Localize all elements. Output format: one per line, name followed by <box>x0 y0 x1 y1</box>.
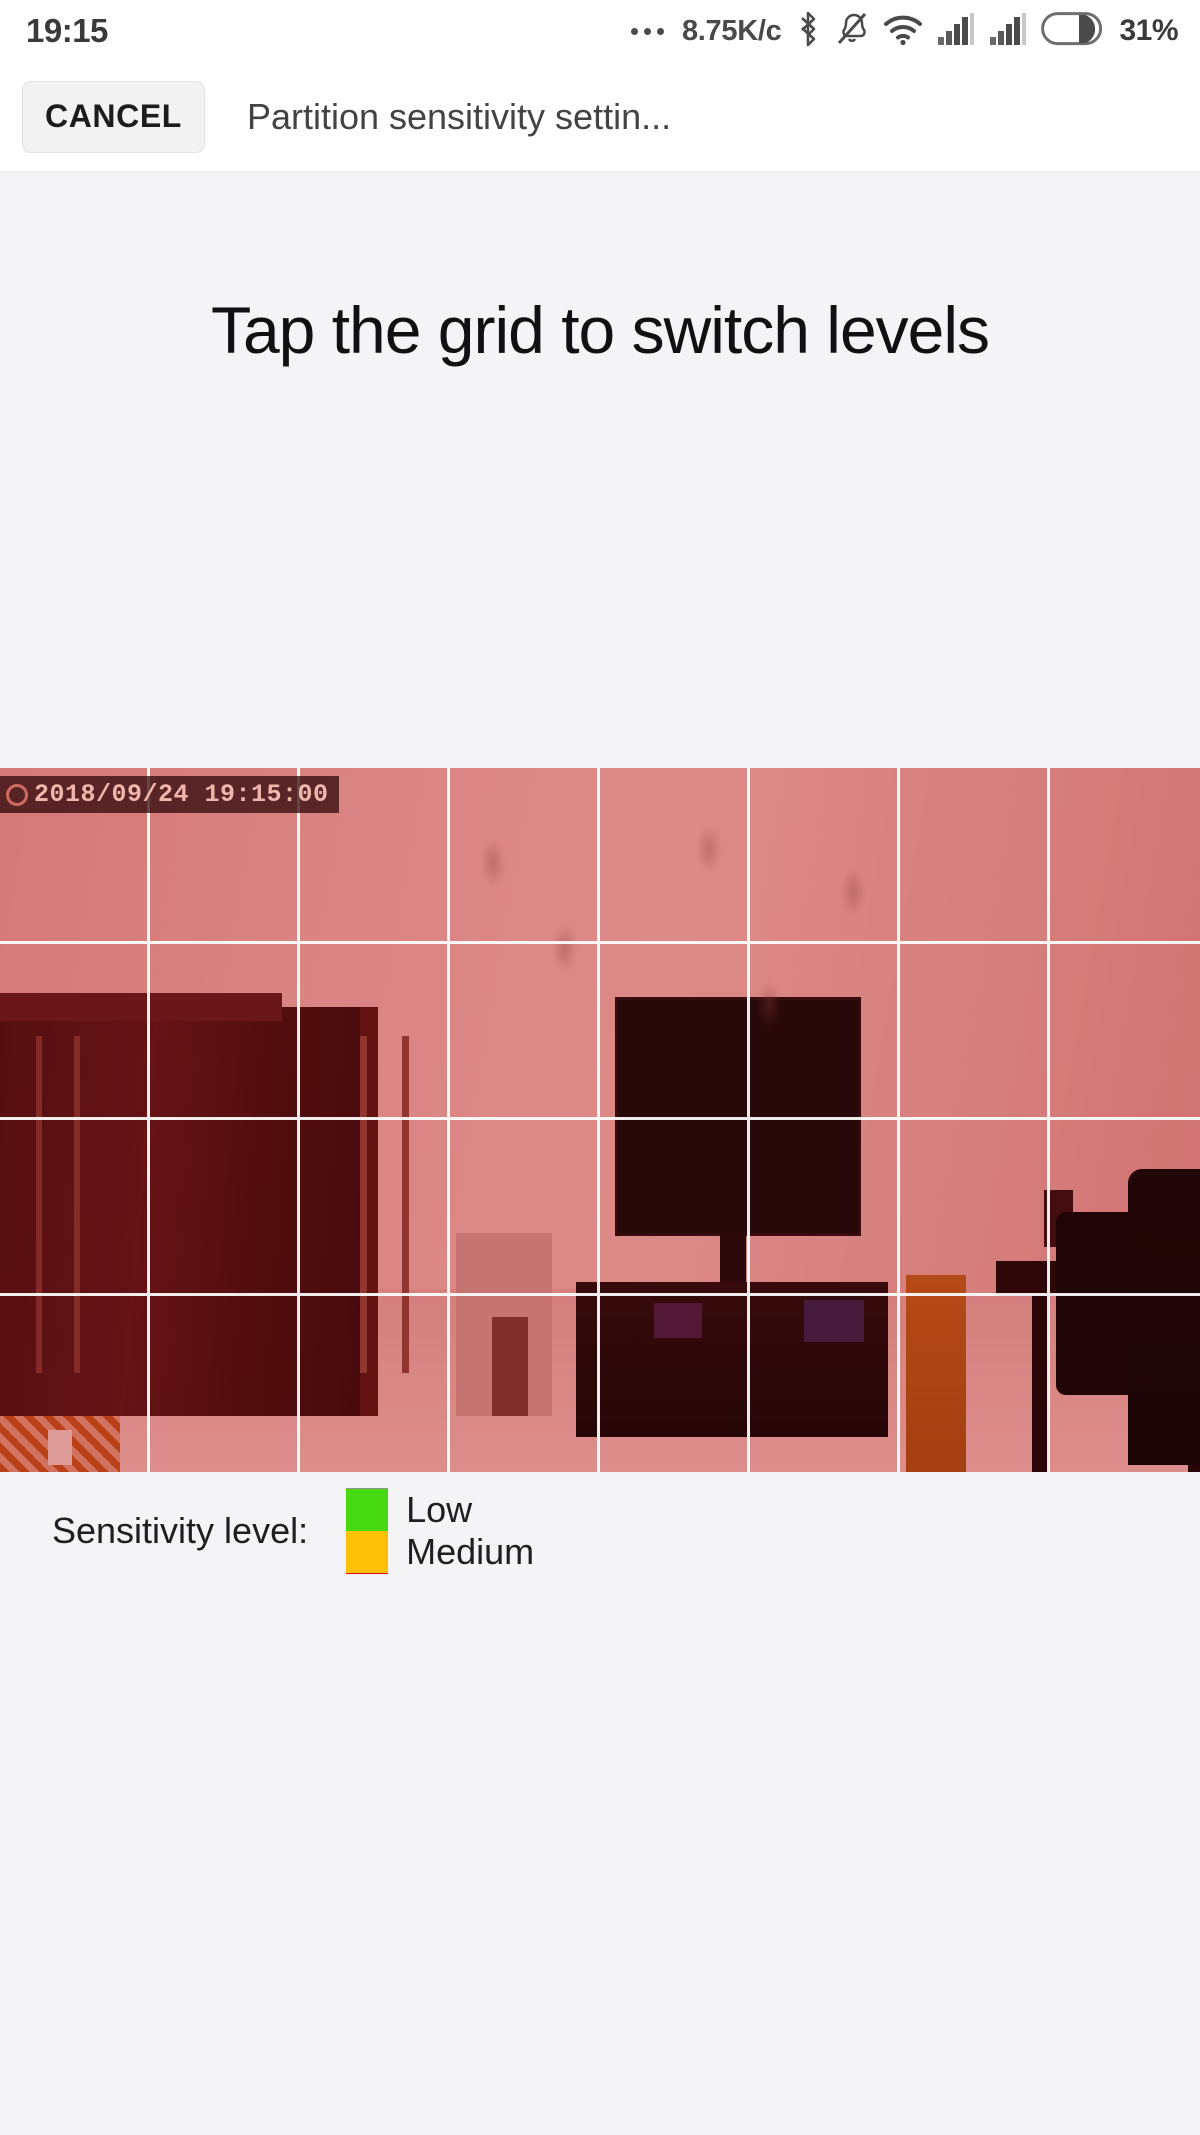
battery-icon <box>1041 11 1103 51</box>
grid-cell-r1-c0[interactable] <box>0 944 150 1120</box>
status-bar: 19:15 8.75K/c 31% <box>0 0 1200 62</box>
grid-cell-r2-c4[interactable] <box>600 1120 750 1296</box>
wifi-icon <box>883 12 923 51</box>
grid-cell-r2-c5[interactable] <box>750 1120 900 1296</box>
osd-timestamp: 2018/09/24 19:15:00 <box>0 776 339 813</box>
cancel-button[interactable]: CANCEL <box>22 80 205 153</box>
grid-cell-r3-c7[interactable] <box>1050 1296 1200 1472</box>
grid-cell-r2-c3[interactable] <box>450 1120 600 1296</box>
bluetooth-icon <box>795 10 821 53</box>
grid-cell-r3-c3[interactable] <box>450 1296 600 1472</box>
legend-swatch-low-icon <box>346 1489 389 1531</box>
content-area: Tap the grid to switch levels 2018/09/24… <box>0 172 1200 2135</box>
legend-text-medium: Medium <box>406 1531 535 1572</box>
clock-icon <box>6 783 28 806</box>
grid-cell-r0-c3[interactable] <box>450 768 600 944</box>
grid-cell-r1-c1[interactable] <box>150 944 300 1120</box>
legend-items: OffLowMediumHig <box>346 1488 576 1574</box>
grid-cell-r2-c7[interactable] <box>1050 1120 1200 1296</box>
legend-item-hig[interactable]: Hig <box>346 1573 534 1574</box>
grid-cell-r3-c5[interactable] <box>750 1296 900 1472</box>
grid-cell-r1-c2[interactable] <box>300 944 450 1120</box>
grid-cell-r3-c2[interactable] <box>300 1296 450 1472</box>
legend-swatch-medium-icon <box>346 1531 389 1573</box>
battery-percent-label: 31% <box>1119 14 1178 47</box>
legend-swatch-hig-icon <box>346 1573 389 1574</box>
sensitivity-legend: Sensitivity level: OffLowMediumHig <box>0 1488 1200 1574</box>
grid-cell-r0-c5[interactable] <box>750 768 900 944</box>
app-bar: CANCEL Partition sensitivity settin... <box>0 62 1200 172</box>
legend-text-low: Low <box>406 1489 473 1530</box>
grid-cell-r1-c6[interactable] <box>900 944 1050 1120</box>
signal-bars-icon-2 <box>989 12 1027 50</box>
page-title: Partition sensitivity settin... <box>246 95 672 137</box>
grid-cell-r3-c6[interactable] <box>900 1296 1050 1472</box>
grid-cell-r2-c6[interactable] <box>900 1120 1050 1296</box>
grid-cell-r2-c0[interactable] <box>0 1120 150 1296</box>
grid-cell-r3-c1[interactable] <box>150 1296 300 1472</box>
grid-cell-r1-c4[interactable] <box>600 944 750 1120</box>
sensitivity-grid[interactable] <box>0 768 1200 1472</box>
grid-cell-r0-c4[interactable] <box>600 768 750 944</box>
hint-heading: Tap the grid to switch levels <box>210 293 990 367</box>
grid-cell-r0-c7[interactable] <box>1050 768 1200 944</box>
grid-cell-r1-c5[interactable] <box>750 944 900 1120</box>
camera-preview-grid[interactable]: 2018/09/24 19:15:00 <box>0 768 1200 1472</box>
network-speed-label: 8.75K/c <box>681 14 782 47</box>
overflow-dots-icon <box>630 27 664 35</box>
legend-label: Sensitivity level: <box>52 1510 309 1551</box>
legend-text-hig: Hig <box>406 1573 460 1574</box>
grid-cell-r1-c3[interactable] <box>450 944 600 1120</box>
grid-cell-r0-c6[interactable] <box>900 768 1050 944</box>
grid-cell-r3-c4[interactable] <box>600 1296 750 1472</box>
bell-muted-icon <box>835 10 869 53</box>
status-bar-icons: 8.75K/c 31% <box>630 10 1178 53</box>
grid-cell-r2-c2[interactable] <box>300 1120 450 1296</box>
signal-bars-icon-1 <box>937 12 975 50</box>
osd-timestamp-text: 2018/09/24 19:15:00 <box>34 780 329 809</box>
legend-item-low[interactable]: Low <box>346 1489 534 1531</box>
grid-cell-r3-c0[interactable] <box>0 1296 150 1472</box>
grid-cell-r1-c7[interactable] <box>1050 944 1200 1120</box>
legend-item-medium[interactable]: Medium <box>346 1531 534 1573</box>
status-bar-clock: 19:15 <box>26 12 108 49</box>
grid-cell-r2-c1[interactable] <box>150 1120 300 1296</box>
